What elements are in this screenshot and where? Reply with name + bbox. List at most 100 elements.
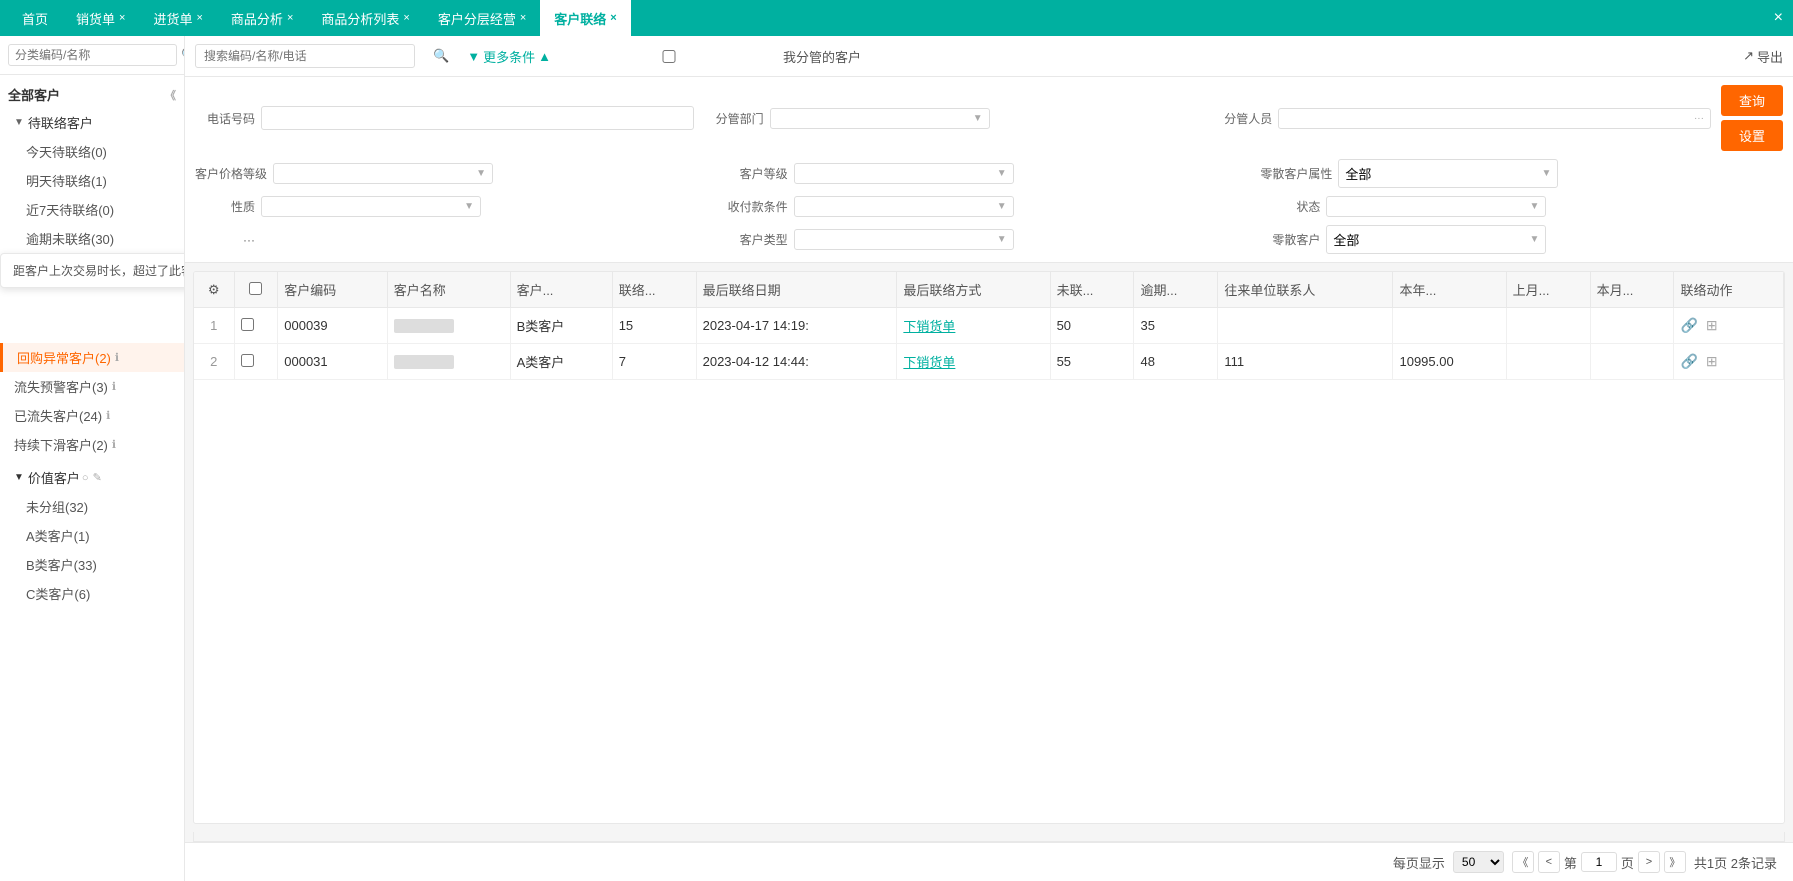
payment-select[interactable]: ▼	[794, 196, 1014, 217]
row2-not-contacted: 55	[1050, 344, 1134, 380]
price-level-select[interactable]: ▼	[273, 163, 493, 184]
tomorrow-pending[interactable]: 明天待联络(1)	[0, 166, 184, 195]
settings-button[interactable]: 设置	[1721, 120, 1783, 151]
close-purchase-order-icon[interactable]: ×	[196, 12, 202, 24]
search-input[interactable]	[195, 44, 415, 68]
th-not-contacted[interactable]: 未联...	[1050, 272, 1134, 308]
sidebar: 🔍 全部客户 《 ▼ 待联络客户 今天待联络(0) 明天待联络(1) 近7天待联…	[0, 36, 185, 881]
th-this-year[interactable]: 本年...	[1393, 272, 1506, 308]
manager-select[interactable]: ···	[1278, 108, 1711, 129]
row2-code: 000031	[278, 344, 387, 380]
row2-contact-person: 111	[1218, 344, 1393, 380]
c-class[interactable]: C类客户(6)	[0, 579, 184, 608]
row1-last-method[interactable]: 下销货单	[897, 308, 1050, 344]
nav-product-analysis-list[interactable]: 商品分析列表 ×	[307, 0, 423, 36]
dept-select[interactable]: ▼	[770, 108, 990, 129]
close-sales-order-icon[interactable]: ×	[119, 12, 125, 24]
row1-checkbox[interactable]	[234, 308, 278, 344]
close-customer-contact-icon[interactable]: ×	[610, 12, 616, 24]
info-icon-churn-warn: ℹ	[112, 380, 116, 393]
sidebar-search-input[interactable]	[8, 44, 177, 66]
export-button[interactable]: ↗ 导出	[1743, 47, 1783, 66]
row1-grid-action-icon[interactable]: ⊞	[1706, 317, 1718, 334]
collapse-icon[interactable]: 《	[165, 87, 176, 103]
close-product-analysis-icon[interactable]: ×	[287, 12, 293, 24]
repurchase-abnormal[interactable]: 回购异常客户(2) ℹ	[0, 343, 184, 372]
payment-filter: 收付款条件 ▼	[728, 196, 1251, 217]
close-customer-tier-icon[interactable]: ×	[520, 12, 526, 24]
last-page-button[interactable]: 》	[1664, 851, 1686, 873]
th-this-month[interactable]: 本月...	[1590, 272, 1674, 308]
row2-link-action-icon[interactable]: 🔗	[1680, 353, 1697, 370]
first-page-button[interactable]: 《	[1512, 851, 1534, 873]
th-customer-level[interactable]: 客户...	[510, 272, 612, 308]
a-class[interactable]: A类客户(1)	[0, 521, 184, 550]
select-all-checkbox[interactable]	[249, 282, 262, 295]
gender-select[interactable]: ▼	[261, 196, 481, 217]
search-button[interactable]: 🔍	[423, 42, 459, 70]
value-group-edit-icon[interactable]: ✎	[93, 471, 102, 484]
th-code[interactable]: 客户编码	[278, 272, 387, 308]
th-last-contact-date[interactable]: 最后联络日期	[696, 272, 897, 308]
customer-type-select[interactable]: ▼	[794, 229, 1014, 250]
row2-level: A类客户	[510, 344, 612, 380]
row2-last-method[interactable]: 下销货单	[897, 344, 1050, 380]
nav-home[interactable]: 首页	[8, 0, 62, 36]
nav-customer-contact[interactable]: 客户联络 ×	[540, 0, 630, 36]
th-checkbox[interactable]	[234, 272, 278, 308]
per-page-select[interactable]: 20 50 100	[1453, 851, 1504, 873]
nav-purchase-order[interactable]: 进货单 ×	[139, 0, 216, 36]
customer-level-select[interactable]: ▼	[794, 163, 1014, 184]
today-pending[interactable]: 今天待联络(0)	[0, 137, 184, 166]
current-page-input[interactable]	[1581, 852, 1617, 872]
row1-link-action-icon[interactable]: 🔗	[1680, 317, 1697, 334]
churn-warning[interactable]: 流失预警客户(3) ℹ	[0, 372, 184, 401]
nav-product-analysis[interactable]: 商品分析 ×	[217, 0, 307, 36]
overdue-pending[interactable]: 逾期未联络(30)	[0, 224, 184, 253]
value-customers-group[interactable]: ▼ 价值客户 ○ ✎	[0, 463, 184, 492]
th-name[interactable]: 客户名称	[387, 272, 510, 308]
window-close-icon[interactable]: ×	[1774, 9, 1783, 27]
filter-row-2: 客户价格等级 ▼ 客户等级 ▼ 零散客户属性 全部	[195, 159, 1783, 188]
row2-checkbox[interactable]	[234, 344, 278, 380]
prev-page-button[interactable]: <	[1538, 851, 1560, 873]
my-customers-checkbox[interactable]	[559, 50, 779, 63]
value-group-circle-icon[interactable]: ○	[82, 472, 89, 484]
close-product-analysis-list-icon[interactable]: ×	[403, 12, 409, 24]
th-contact-count[interactable]: 联络...	[612, 272, 696, 308]
row1-last-month	[1506, 308, 1590, 344]
nav-customer-tier[interactable]: 客户分层经营 ×	[424, 0, 540, 36]
ungroup[interactable]: 未分组(32)	[0, 492, 184, 521]
nav-sales-order[interactable]: 销货单 ×	[62, 0, 139, 36]
next-page-button[interactable]: >	[1638, 851, 1660, 873]
retail-attr-down-icon: ▼	[1541, 168, 1551, 179]
churned[interactable]: 已流失客户(24) ℹ	[0, 401, 184, 430]
more-conditions-arrow: ▲	[538, 49, 551, 64]
retail-customer-select[interactable]: 全部 ▼	[1326, 225, 1546, 254]
th-contact-person[interactable]: 往来单位联系人	[1218, 272, 1393, 308]
th-actions: 联络动作	[1674, 272, 1784, 308]
value-group-label: 价值客户	[28, 468, 80, 487]
price-level-down-icon: ▼	[476, 168, 486, 179]
gender-down-icon: ▼	[464, 201, 474, 212]
query-button[interactable]: 查询	[1721, 85, 1783, 116]
status-select[interactable]: ▼	[1326, 196, 1546, 217]
row1-level: B类客户	[510, 308, 612, 344]
phone-filter: 电话号码	[195, 106, 694, 130]
retail-attr-select[interactable]: 全部 ▼	[1338, 159, 1558, 188]
th-last-month[interactable]: 上月...	[1506, 272, 1590, 308]
th-settings[interactable]: ⚙	[194, 272, 234, 308]
bottom-scrollbar[interactable]	[193, 832, 1785, 842]
b-class[interactable]: B类客户(33)	[0, 550, 184, 579]
th-overdue[interactable]: 逾期...	[1134, 272, 1218, 308]
phone-input[interactable]	[261, 106, 694, 130]
more-conditions-btn[interactable]: ▼ 更多条件 ▲	[467, 47, 551, 66]
pending-contact-label: 待联络客户	[28, 113, 93, 132]
customer-level-label: 客户等级	[728, 165, 788, 182]
row2-grid-action-icon[interactable]: ⊞	[1706, 353, 1718, 370]
declining[interactable]: 持续下滑客户(2) ℹ	[0, 430, 184, 459]
pending-contact-group[interactable]: ▼ 待联络客户	[0, 108, 184, 137]
th-last-contact-method[interactable]: 最后联络方式	[897, 272, 1050, 308]
row1-contact-count: 15	[612, 308, 696, 344]
week-pending[interactable]: 近7天待联络(0)	[0, 195, 184, 224]
